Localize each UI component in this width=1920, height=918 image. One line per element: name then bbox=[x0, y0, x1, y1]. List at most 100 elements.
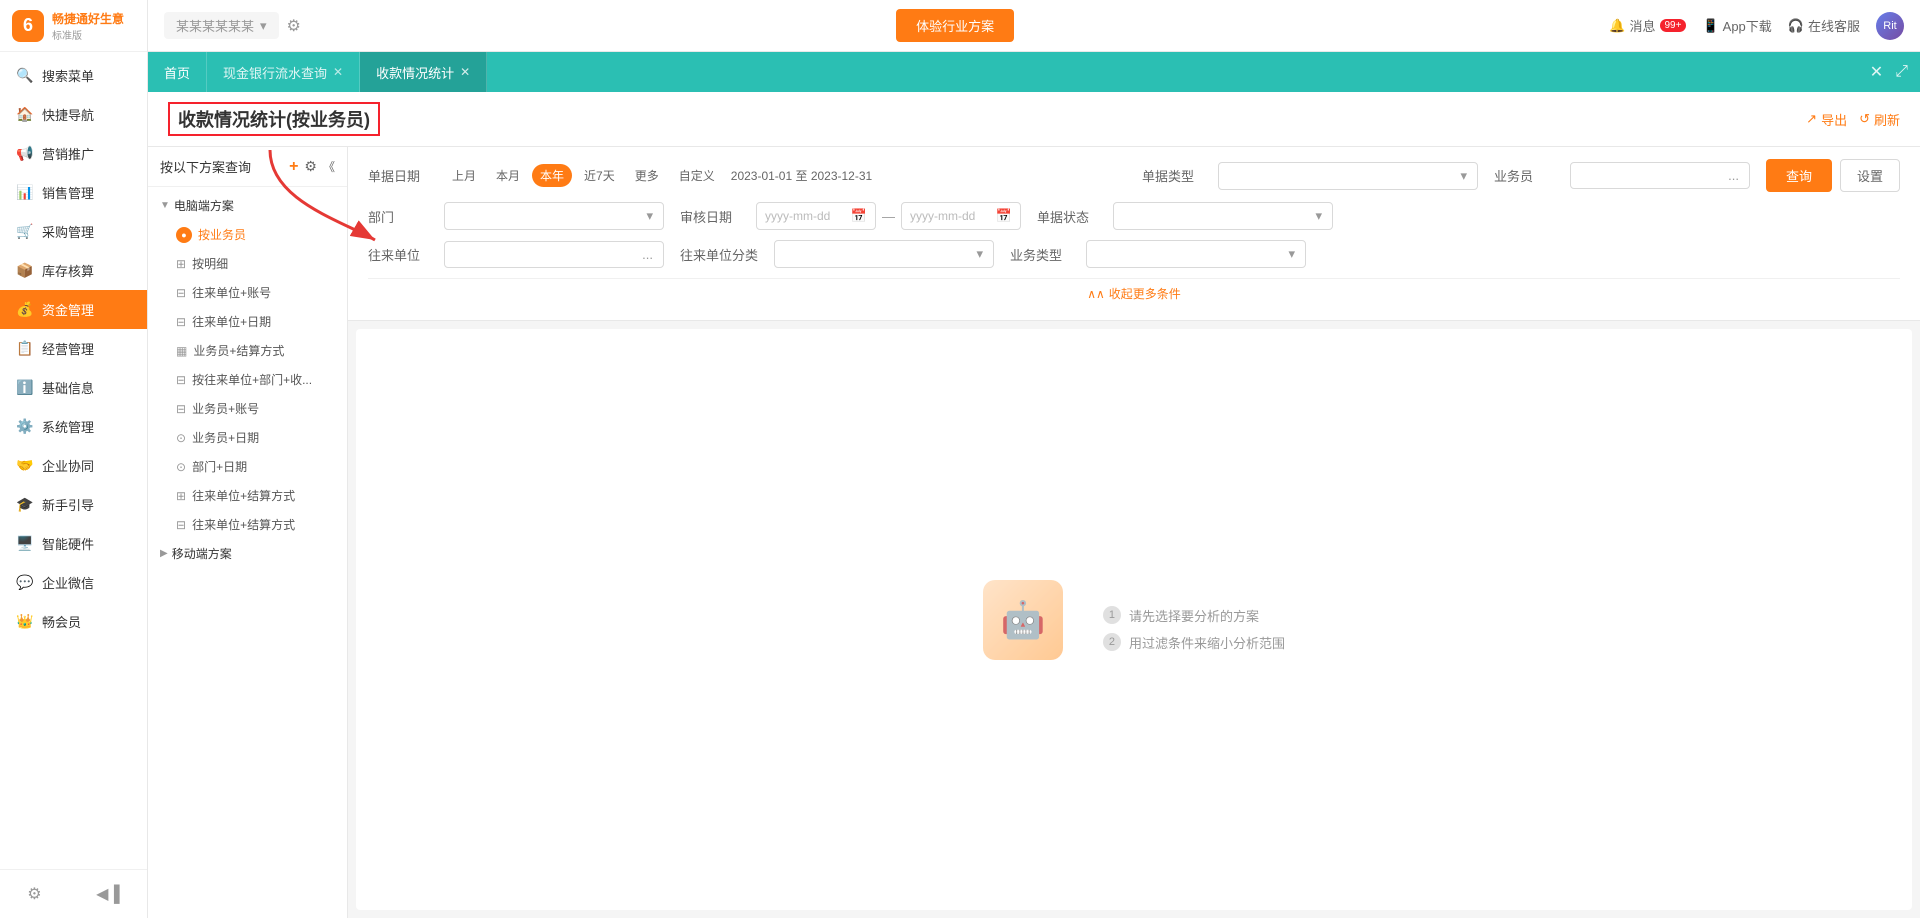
sidebar-item-marketing[interactable]: 📢 营销推广 bbox=[0, 134, 147, 173]
salesman-more-btn[interactable]: ... bbox=[1728, 168, 1739, 183]
export-button[interactable]: ↗ 导出 bbox=[1806, 110, 1847, 129]
date-tab-this-month[interactable]: 本月 bbox=[488, 164, 528, 187]
tab-bank-flow[interactable]: 现金银行流水查询 ✕ bbox=[207, 52, 360, 92]
tab-expand-btn[interactable]: ⤢ bbox=[1895, 63, 1908, 81]
panel-settings-btn[interactable]: ⚙ bbox=[304, 158, 317, 175]
sidebar-item-manage[interactable]: 📋 经营管理 bbox=[0, 329, 147, 368]
partner-category-select[interactable]: ▾ bbox=[774, 240, 994, 268]
mobile-group-label: 移动端方案 bbox=[172, 545, 232, 562]
sidebar-item-member[interactable]: 👑 畅会员 bbox=[0, 602, 147, 641]
tab-bank-flow-label: 现金银行流水查询 bbox=[223, 63, 327, 82]
sidebar-item-search[interactable]: 🔍 搜索菜单 bbox=[0, 56, 147, 95]
sidebar-item-sales[interactable]: 📊 销售管理 bbox=[0, 173, 147, 212]
tab-bank-flow-close[interactable]: ✕ bbox=[333, 65, 343, 79]
page-title: 收款情况统计(按业务员) bbox=[168, 102, 380, 136]
doc-type-select[interactable]: ▾ bbox=[1218, 162, 1478, 190]
sidebar-item-finance[interactable]: 💰 资金管理 bbox=[0, 290, 147, 329]
app-download-btn[interactable]: 📱 App下载 bbox=[1702, 16, 1771, 35]
tree-item-partner-payment2[interactable]: ⊟ 往来单位+结算方式 bbox=[148, 510, 347, 539]
tree-item-partner-dept[interactable]: ⊟ 按往来单位+部门+收... bbox=[148, 365, 347, 394]
tree-item-detail[interactable]: ⊞ 按明细 bbox=[148, 249, 347, 278]
collapse-up-icon: ∧∧ bbox=[1087, 287, 1105, 301]
top-bar-right: 🔔 消息 99+ 📱 App下载 🎧 在线客服 Rit bbox=[1609, 12, 1904, 40]
date-tab-custom[interactable]: 自定义 bbox=[671, 164, 723, 187]
desktop-group-header[interactable]: ▼ 电脑端方案 bbox=[148, 191, 347, 220]
refresh-button[interactable]: ↺ 刷新 bbox=[1859, 110, 1900, 129]
sidebar-item-purchase[interactable]: 🛒 采购管理 bbox=[0, 212, 147, 251]
audit-date-start[interactable]: yyyy-mm-dd 📅 bbox=[756, 202, 876, 230]
user-avatar-btn[interactable]: Rit bbox=[1876, 12, 1904, 40]
sidebar: 6 畅捷通好生意 标准版 🔍 搜索菜单 🏠 快捷导航 📢 营销推广 📊 销售管理… bbox=[0, 0, 148, 918]
dept-select[interactable]: ▾ bbox=[444, 202, 664, 230]
biz-type-label: 业务类型 bbox=[1010, 245, 1070, 264]
headset-icon: 🎧 bbox=[1788, 18, 1804, 34]
tree-item-partner-date[interactable]: ⊟ 往来单位+日期 bbox=[148, 307, 347, 336]
mobile-group-arrow: ▶ bbox=[160, 548, 168, 559]
app-name-block: 畅捷通好生意 标准版 bbox=[52, 10, 124, 42]
sidebar-item-system[interactable]: ⚙️ 系统管理 bbox=[0, 407, 147, 446]
sidebar-item-inventory[interactable]: 📦 库存核算 bbox=[0, 251, 147, 290]
top-bar-left: 某某某某某某 ▾ ⚙ bbox=[164, 12, 301, 39]
online-service-btn[interactable]: 🎧 在线客服 bbox=[1788, 16, 1860, 35]
sidebar-item-quicknav[interactable]: 🏠 快捷导航 bbox=[0, 95, 147, 134]
sidebar-item-wechat[interactable]: 💬 企业微信 bbox=[0, 563, 147, 602]
collapse-bar[interactable]: ∧∧ 收起更多条件 bbox=[368, 278, 1900, 308]
sidebar-item-collab[interactable]: 🤝 企业协同 bbox=[0, 446, 147, 485]
dept-label: 部门 bbox=[368, 207, 428, 226]
sidebar-settings-btn[interactable]: ⚙ bbox=[21, 878, 47, 910]
sidebar-collapse-btn[interactable]: ◀▐ bbox=[90, 878, 126, 910]
audit-date-end[interactable]: yyyy-mm-dd 📅 bbox=[901, 202, 1021, 230]
main-area: 某某某某某某 ▾ ⚙ 体验行业方案 🔔 消息 99+ 📱 App下载 🎧 在线客… bbox=[148, 0, 1920, 918]
search-menu-button[interactable]: 某某某某某某 ▾ bbox=[164, 12, 279, 39]
tab-collection-stats[interactable]: 收款情况统计 ✕ bbox=[360, 52, 487, 92]
hardware-icon: 🖥️ bbox=[16, 535, 34, 553]
purchase-icon: 🛒 bbox=[16, 223, 34, 241]
tab-close-all-btn[interactable]: ✕ bbox=[1870, 62, 1883, 82]
biz-type-select[interactable]: ▾ bbox=[1086, 240, 1306, 268]
date-tab-last-month[interactable]: 上月 bbox=[444, 164, 484, 187]
dept-dropdown-icon: ▾ bbox=[646, 208, 653, 224]
date-tab-more[interactable]: 更多 bbox=[627, 164, 667, 187]
tree-item-salesman-account[interactable]: ⊟ 业务员+账号 bbox=[148, 394, 347, 423]
top-bar: 某某某某某某 ▾ ⚙ 体验行业方案 🔔 消息 99+ 📱 App下载 🎧 在线客… bbox=[148, 0, 1920, 52]
salesman-label: 业务员 bbox=[1494, 166, 1554, 185]
tab-home[interactable]: 首页 bbox=[148, 52, 207, 92]
topbar-settings-icon[interactable]: ⚙ bbox=[287, 16, 301, 36]
calendar-end-icon: 📅 bbox=[996, 208, 1012, 224]
tree-item-salesman[interactable]: ● 按业务员 bbox=[148, 220, 347, 249]
sidebar-item-guide[interactable]: 🎓 新手引导 bbox=[0, 485, 147, 524]
tree-item-partner-payment1[interactable]: ⊞ 往来单位+结算方式 bbox=[148, 481, 347, 510]
notification-btn[interactable]: 🔔 消息 99+ bbox=[1609, 16, 1686, 35]
date-tabs: 上月 本月 本年 近7天 更多 自定义 bbox=[444, 164, 723, 187]
panel-collapse-btn[interactable]: 《 bbox=[323, 158, 335, 175]
partner-select[interactable]: ... bbox=[444, 241, 664, 268]
partner-account-icon: ⊟ bbox=[176, 286, 186, 300]
tree-item-salesman-payment[interactable]: ▦ 业务员+结算方式 bbox=[148, 336, 347, 365]
doc-status-select[interactable]: ▾ bbox=[1113, 202, 1333, 230]
trial-button[interactable]: 体验行业方案 bbox=[896, 9, 1014, 42]
filter-settings-button[interactable]: 设置 bbox=[1840, 159, 1900, 192]
tab-collection-stats-close[interactable]: ✕ bbox=[460, 65, 470, 79]
sidebar-item-hardware[interactable]: 🖥️ 智能硬件 bbox=[0, 524, 147, 563]
tree-item-dept-date[interactable]: ⊙ 部门+日期 bbox=[148, 452, 347, 481]
calendar-start-icon: 📅 bbox=[851, 208, 867, 224]
sidebar-item-info[interactable]: ℹ️ 基础信息 bbox=[0, 368, 147, 407]
step-2-text: 用过滤条件来缩小分析范围 bbox=[1129, 633, 1285, 652]
mobile-group-header[interactable]: ▶ 移动端方案 bbox=[148, 539, 347, 568]
tab-collection-stats-label: 收款情况统计 bbox=[376, 63, 454, 82]
tree-item-partner-account[interactable]: ⊟ 往来单位+账号 bbox=[148, 278, 347, 307]
active-indicator: ● bbox=[176, 227, 192, 243]
audit-date-start-text: yyyy-mm-dd bbox=[765, 209, 830, 223]
partner-payment1-icon: ⊞ bbox=[176, 489, 186, 503]
partner-date-icon: ⊟ bbox=[176, 315, 186, 329]
panel-add-btn[interactable]: + bbox=[289, 158, 298, 176]
tree-item-salesman-date[interactable]: ⊙ 业务员+日期 bbox=[148, 423, 347, 452]
empty-step-2: 2 用过滤条件来缩小分析范围 bbox=[1103, 633, 1285, 652]
salesman-select[interactable]: ... bbox=[1570, 162, 1750, 189]
query-button[interactable]: 查询 bbox=[1766, 159, 1832, 192]
panel-header: 按以下方案查询 + ⚙ 《 bbox=[148, 147, 347, 187]
partner-more-btn[interactable]: ... bbox=[642, 247, 653, 262]
date-separator: — bbox=[882, 209, 895, 224]
date-tab-this-year[interactable]: 本年 bbox=[532, 164, 572, 187]
date-tab-7days[interactable]: 近7天 bbox=[576, 164, 623, 187]
